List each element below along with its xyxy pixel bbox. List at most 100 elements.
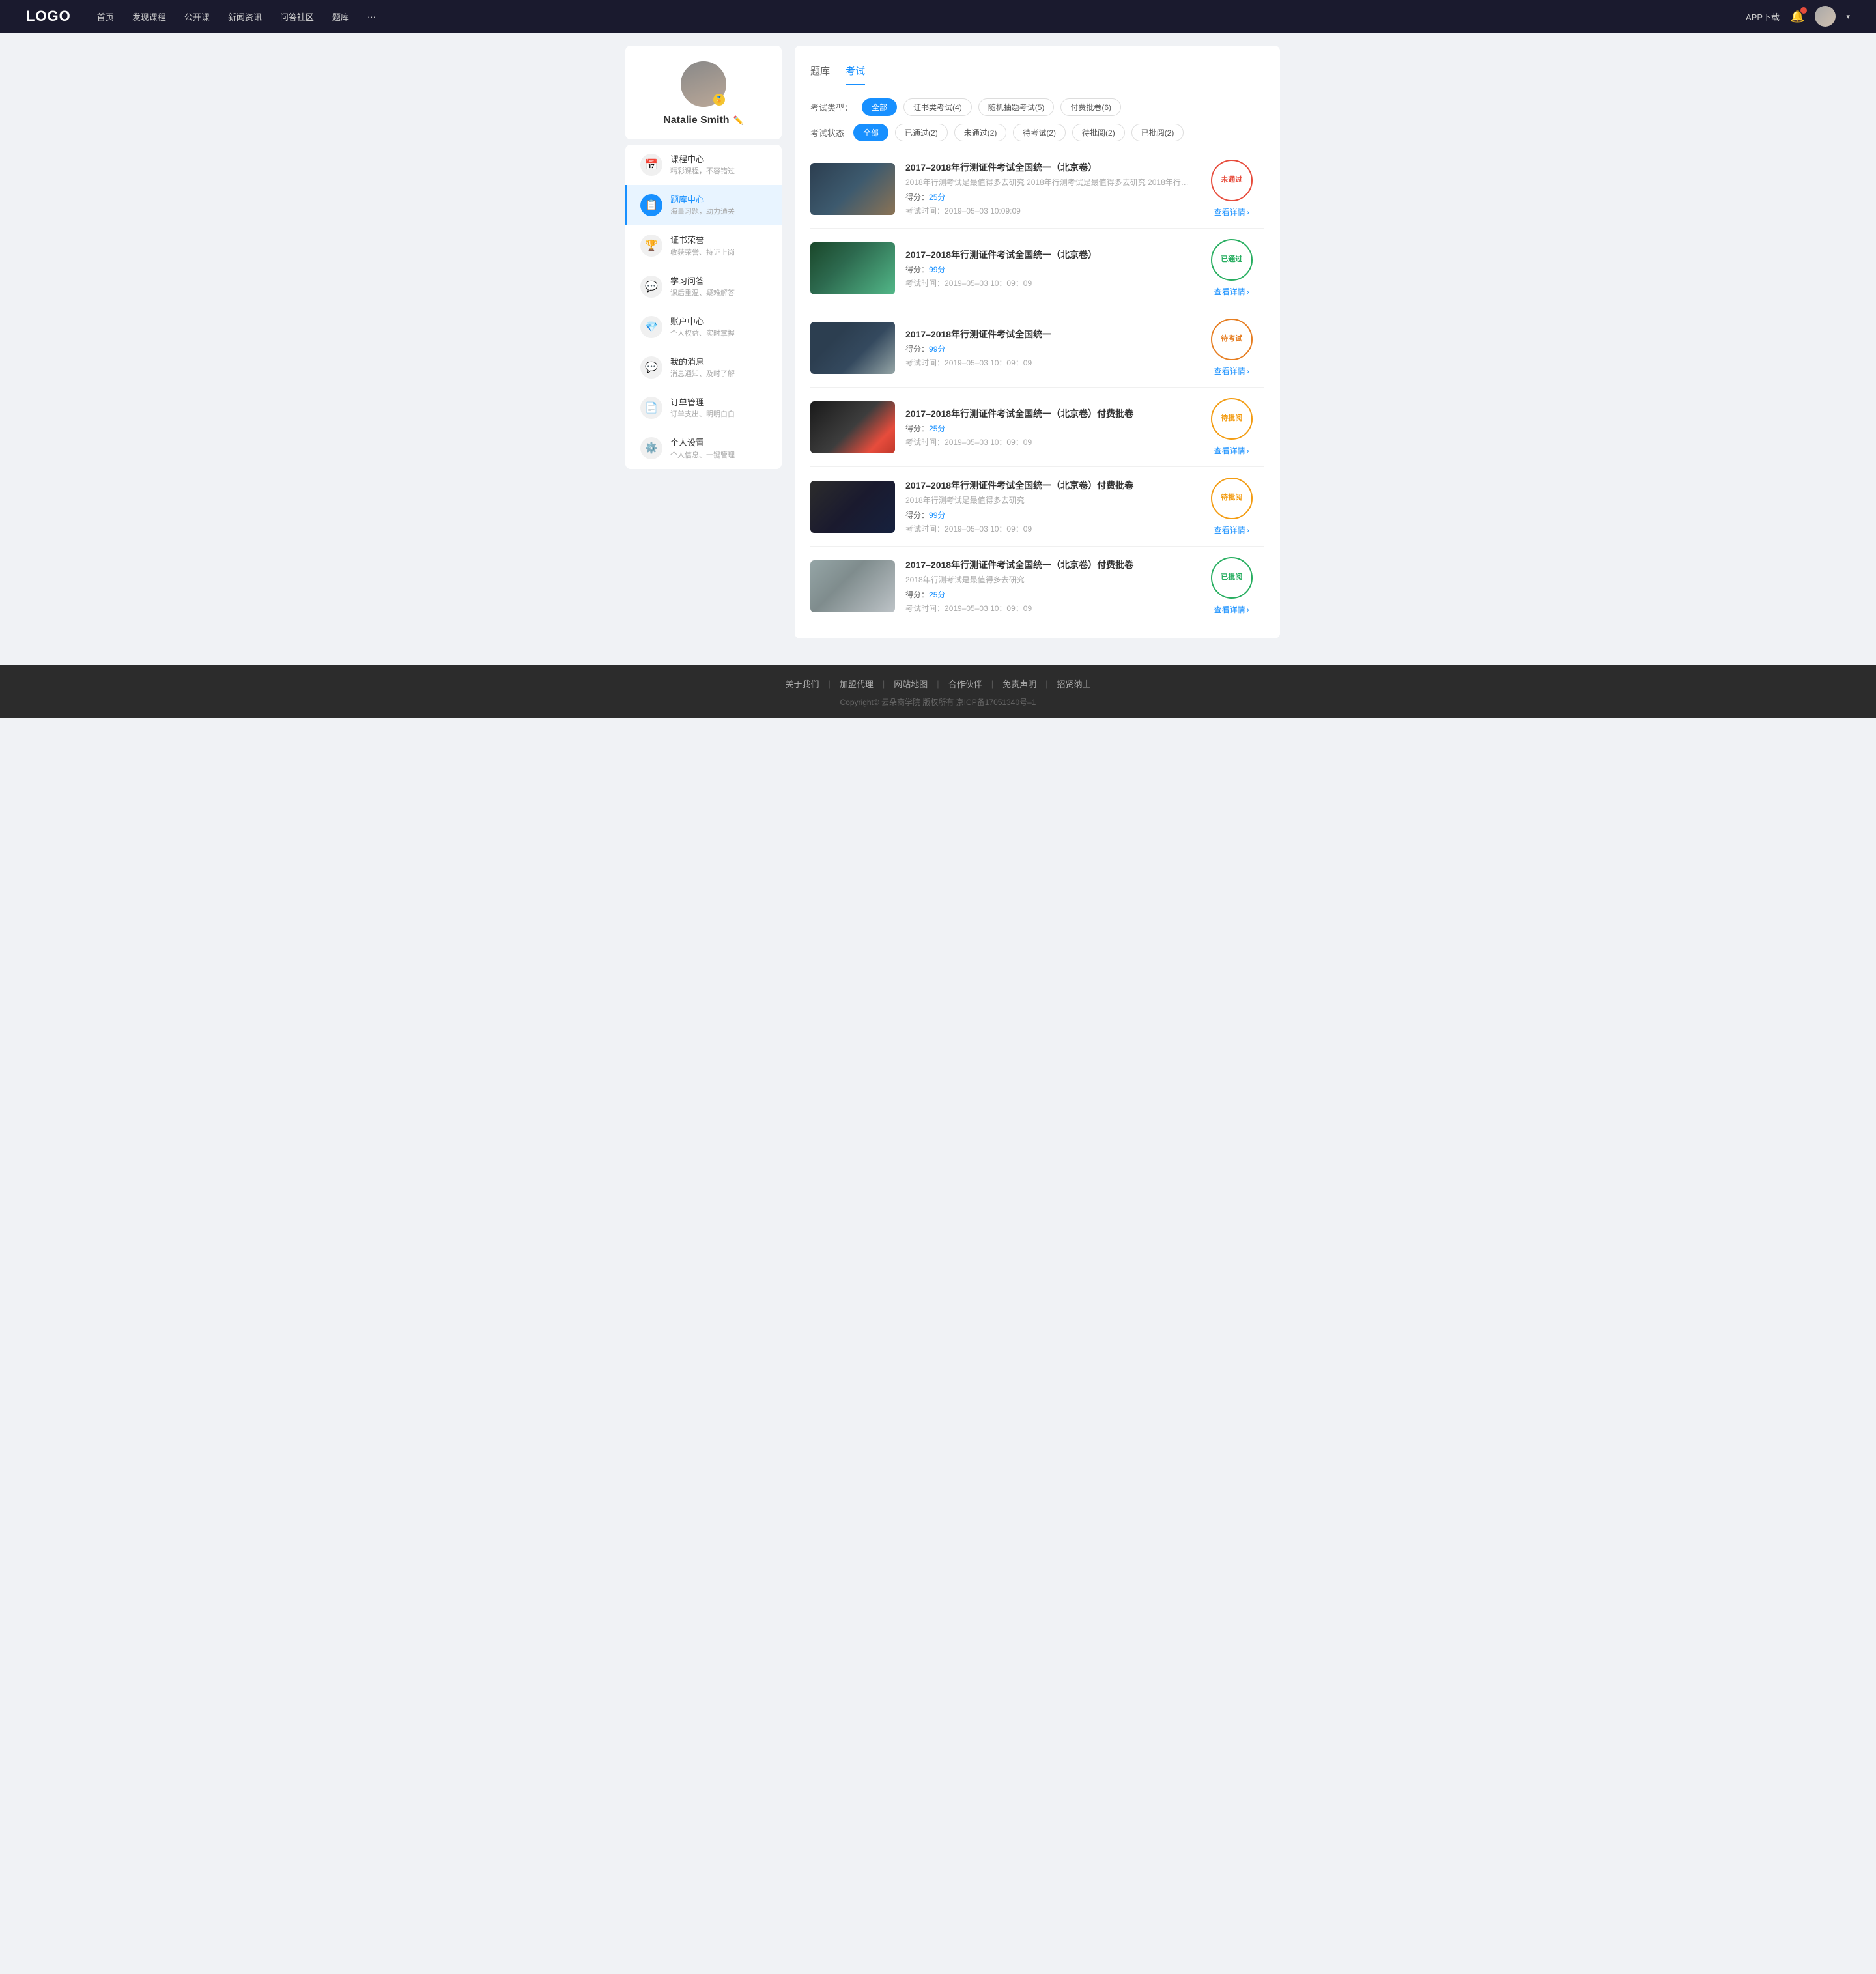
- nav-bank[interactable]: 题库: [332, 10, 349, 23]
- exam-action: 已批阅 查看详情 ›: [1199, 557, 1264, 615]
- exam-title: 2017–2018年行测证件考试全国统一（北京卷）付费批卷: [905, 558, 1189, 571]
- notification-bell[interactable]: 🔔: [1790, 10, 1804, 23]
- exam-title: 2017–2018年行测证件考试全国统一（北京卷）付费批卷: [905, 479, 1189, 492]
- bank-center-icon: 📋: [640, 194, 662, 216]
- exam-score: 得分：25分: [905, 423, 1189, 434]
- footer-about[interactable]: 关于我们: [776, 678, 828, 690]
- profile-card: 🏅 Natalie Smith ✏️: [625, 46, 782, 139]
- sidebar-item-text: 订单管理 订单支出、明明白白: [670, 397, 769, 419]
- thumb-image: [810, 242, 895, 294]
- sidebar-item-text: 账户中心 个人权益、实时掌握: [670, 316, 769, 338]
- sidebar-item-account[interactable]: 💎 账户中心 个人权益、实时掌握: [625, 307, 782, 347]
- footer-partner[interactable]: 合作伙伴: [939, 678, 991, 690]
- table-row: 2017–2018年行测证件考试全国统一（北京卷） 2018年行测考试是最值得多…: [810, 149, 1264, 229]
- sidebar-item-orders[interactable]: 📄 订单管理 订单支出、明明白白: [625, 388, 782, 428]
- stamp-text: 待考试: [1218, 335, 1245, 343]
- score-value: 99分: [929, 511, 945, 520]
- nav-news[interactable]: 新闻资讯: [228, 10, 262, 23]
- filter-type-random[interactable]: 随机抽题考试(5): [978, 98, 1055, 116]
- orders-icon: 📄: [640, 397, 662, 419]
- filter-type-cert[interactable]: 证书类考试(4): [903, 98, 972, 116]
- exam-thumbnail: [810, 322, 895, 374]
- filter-status-reviewed[interactable]: 已批阅(2): [1131, 124, 1184, 141]
- nav-home[interactable]: 首页: [97, 10, 114, 23]
- edit-icon[interactable]: ✏️: [733, 115, 744, 126]
- filter-status-pending[interactable]: 待考试(2): [1013, 124, 1066, 141]
- exam-time: 考试时间：2019–05–03 10：09：09: [905, 278, 1189, 289]
- tab-exam[interactable]: 考试: [846, 59, 865, 85]
- exam-time: 考试时间：2019–05–03 10：09：09: [905, 357, 1189, 368]
- sidebar-item-certificate[interactable]: 🏆 证书荣誉 收获荣誉、持证上岗: [625, 225, 782, 266]
- exam-info: 2017–2018年行测证件考试全国统一（北京卷） 2018年行测考试是最值得多…: [905, 161, 1189, 216]
- score-value: 25分: [929, 590, 945, 599]
- thumb-image: [810, 481, 895, 533]
- footer-links: 关于我们 | 加盟代理 | 网站地图 | 合作伙伴 | 免责声明 | 招贤纳士: [0, 678, 1876, 690]
- stamp-text: 已通过: [1218, 255, 1245, 264]
- detail-link[interactable]: 查看详情 ›: [1214, 604, 1249, 615]
- certificate-icon: 🏆: [640, 235, 662, 257]
- status-badge: 已批阅: [1211, 557, 1253, 599]
- detail-link[interactable]: 查看详情 ›: [1214, 286, 1249, 297]
- tab-bank[interactable]: 题库: [810, 59, 830, 85]
- exam-title: 2017–2018年行测证件考试全国统一（北京卷）: [905, 248, 1189, 261]
- exam-thumbnail: [810, 401, 895, 453]
- avatar[interactable]: [1815, 6, 1836, 27]
- time-value: 2019–05–03 10:09:09: [945, 207, 1021, 216]
- sidebar-item-messages[interactable]: 💬 我的消息 消息通知、及时了解: [625, 347, 782, 388]
- filter-status-passed[interactable]: 已通过(2): [895, 124, 948, 141]
- notification-badge: [1800, 7, 1807, 14]
- nav-qa[interactable]: 问答社区: [280, 10, 314, 23]
- footer-agent[interactable]: 加盟代理: [831, 678, 883, 690]
- footer-recruit[interactable]: 招贤纳士: [1048, 678, 1100, 690]
- sidebar-item-qa[interactable]: 💬 学习问答 课后重温、疑难解答: [625, 266, 782, 307]
- sidebar-item-settings[interactable]: ⚙️ 个人设置 个人信息、一键管理: [625, 428, 782, 468]
- exam-thumbnail: [810, 242, 895, 294]
- footer-sitemap[interactable]: 网站地图: [885, 678, 937, 690]
- time-value: 2019–05–03 10：09：09: [945, 358, 1032, 367]
- table-row: 2017–2018年行测证件考试全国统一（北京卷） 得分：99分 考试时间：20…: [810, 229, 1264, 308]
- detail-link[interactable]: 查看详情 ›: [1214, 445, 1249, 456]
- filter-type-paid[interactable]: 付费批卷(6): [1060, 98, 1121, 116]
- score-value: 25分: [929, 424, 945, 433]
- nav-more[interactable]: ···: [367, 12, 376, 21]
- detail-link[interactable]: 查看详情 ›: [1214, 365, 1249, 377]
- sidebar-item-desc: 个人权益、实时掌握: [670, 328, 769, 338]
- sidebar-item-desc: 精彩课程，不容错过: [670, 165, 769, 176]
- footer-copyright: Copyright© 云朵商学院 版权所有 京ICP备17051340号–1: [0, 696, 1876, 708]
- filter-status-failed[interactable]: 未通过(2): [954, 124, 1007, 141]
- page-tabs: 题库 考试: [810, 59, 1264, 85]
- exam-info: 2017–2018年行测证件考试全国统一 得分：99分 考试时间：2019–05…: [905, 328, 1189, 368]
- sidebar-item-course[interactable]: 📅 课程中心 精彩课程，不容错过: [625, 145, 782, 185]
- exam-desc: 2018年行测考试是最值得多去研究 2018年行测考试是最值得多去研究 2018…: [905, 177, 1189, 188]
- chevron-down-icon[interactable]: ▾: [1846, 12, 1850, 21]
- logo: LOGO: [26, 8, 71, 25]
- filter-status-all[interactable]: 全部: [853, 124, 888, 141]
- nav-open-course[interactable]: 公开课: [184, 10, 210, 23]
- time-label: 考试时间：: [905, 207, 945, 216]
- score-value: 99分: [929, 265, 945, 274]
- sidebar-item-title: 学习问答: [670, 276, 769, 287]
- sidebar-item-bank[interactable]: 📋 题库中心 海量习题，助力通关: [625, 185, 782, 225]
- filter-type-label: 考试类型：: [810, 101, 853, 113]
- sidebar-menu: 📅 课程中心 精彩课程，不容错过 📋 题库中心 海量习题，助力通关 🏆 证书荣誉…: [625, 145, 782, 469]
- detail-link[interactable]: 查看详情 ›: [1214, 524, 1249, 536]
- status-badge: 待批阅: [1211, 398, 1253, 440]
- filter-status-review[interactable]: 待批阅(2): [1072, 124, 1125, 141]
- time-value: 2019–05–03 10：09：09: [945, 279, 1032, 288]
- thumb-image: [810, 163, 895, 215]
- avatar-image: [1815, 6, 1836, 27]
- profile-badge: 🏅: [713, 94, 725, 106]
- detail-link[interactable]: 查看详情 ›: [1214, 207, 1249, 218]
- app-download-button[interactable]: APP下载: [1746, 10, 1780, 23]
- filter-type-all[interactable]: 全部: [862, 98, 897, 116]
- table-row: 2017–2018年行测证件考试全国统一 得分：99分 考试时间：2019–05…: [810, 308, 1264, 388]
- thumb-image: [810, 322, 895, 374]
- footer-disclaimer[interactable]: 免责声明: [993, 678, 1045, 690]
- sidebar-item-desc: 收获荣誉、持证上岗: [670, 247, 769, 257]
- nav-discover[interactable]: 发现课程: [132, 10, 166, 23]
- main-nav: 首页 发现课程 公开课 新闻资讯 问答社区 题库 ···: [97, 10, 1746, 23]
- main-container: 🏅 Natalie Smith ✏️ 📅 课程中心 精彩课程，不容错过 📋 题库…: [612, 33, 1264, 665]
- exam-time: 考试时间：2019–05–03 10:09:09: [905, 205, 1189, 216]
- exam-thumbnail: [810, 560, 895, 612]
- exam-action: 待批阅 查看详情 ›: [1199, 398, 1264, 456]
